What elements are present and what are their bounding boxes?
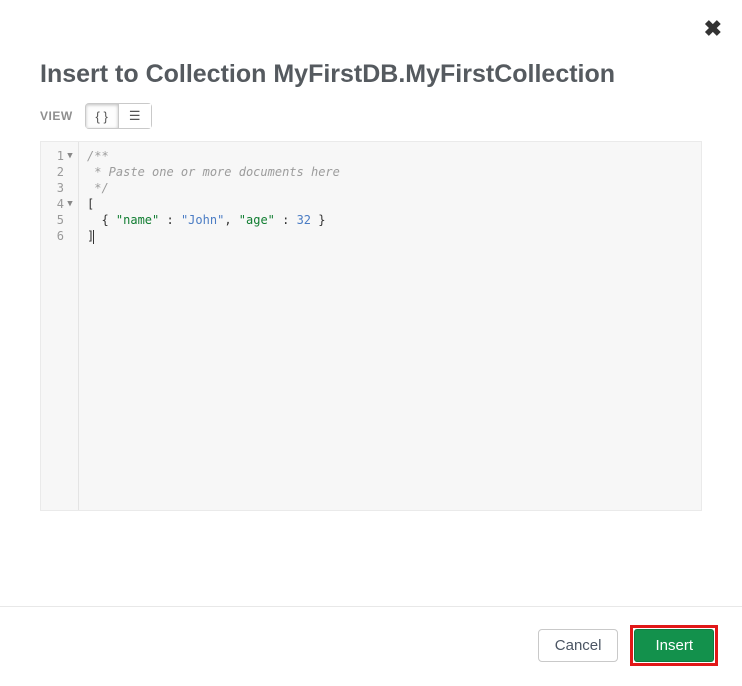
insert-document-modal: ✖ Insert to Collection MyFirstDB.MyFirst… — [0, 0, 742, 511]
code-editor[interactable]: 1▼ 2 3 4▼ 5 6 /** * Paste one or more do… — [40, 141, 702, 511]
view-toggle-group: { } ☰ — [85, 103, 152, 129]
view-json-button[interactable]: { } — [85, 103, 119, 129]
close-icon[interactable]: ✖ — [704, 18, 722, 40]
editor-gutter: 1▼ 2 3 4▼ 5 6 — [41, 142, 79, 510]
view-list-button[interactable]: ☰ — [118, 103, 152, 129]
view-label: VIEW — [40, 109, 73, 123]
cursor-icon — [93, 230, 94, 244]
braces-icon: { } — [96, 109, 108, 124]
insert-button[interactable]: Insert — [634, 629, 714, 662]
list-icon: ☰ — [129, 108, 141, 124]
modal-title: Insert to Collection MyFirstDB.MyFirstCo… — [40, 60, 702, 89]
editor-content[interactable]: /** * Paste one or more documents here *… — [79, 142, 701, 510]
view-mode-row: VIEW { } ☰ — [40, 103, 702, 129]
modal-footer: Cancel Insert — [0, 606, 742, 686]
insert-button-highlight: Insert — [630, 625, 718, 666]
fold-icon[interactable]: ▼ — [66, 196, 74, 212]
fold-icon[interactable]: ▼ — [66, 148, 74, 164]
cancel-button[interactable]: Cancel — [538, 629, 619, 662]
